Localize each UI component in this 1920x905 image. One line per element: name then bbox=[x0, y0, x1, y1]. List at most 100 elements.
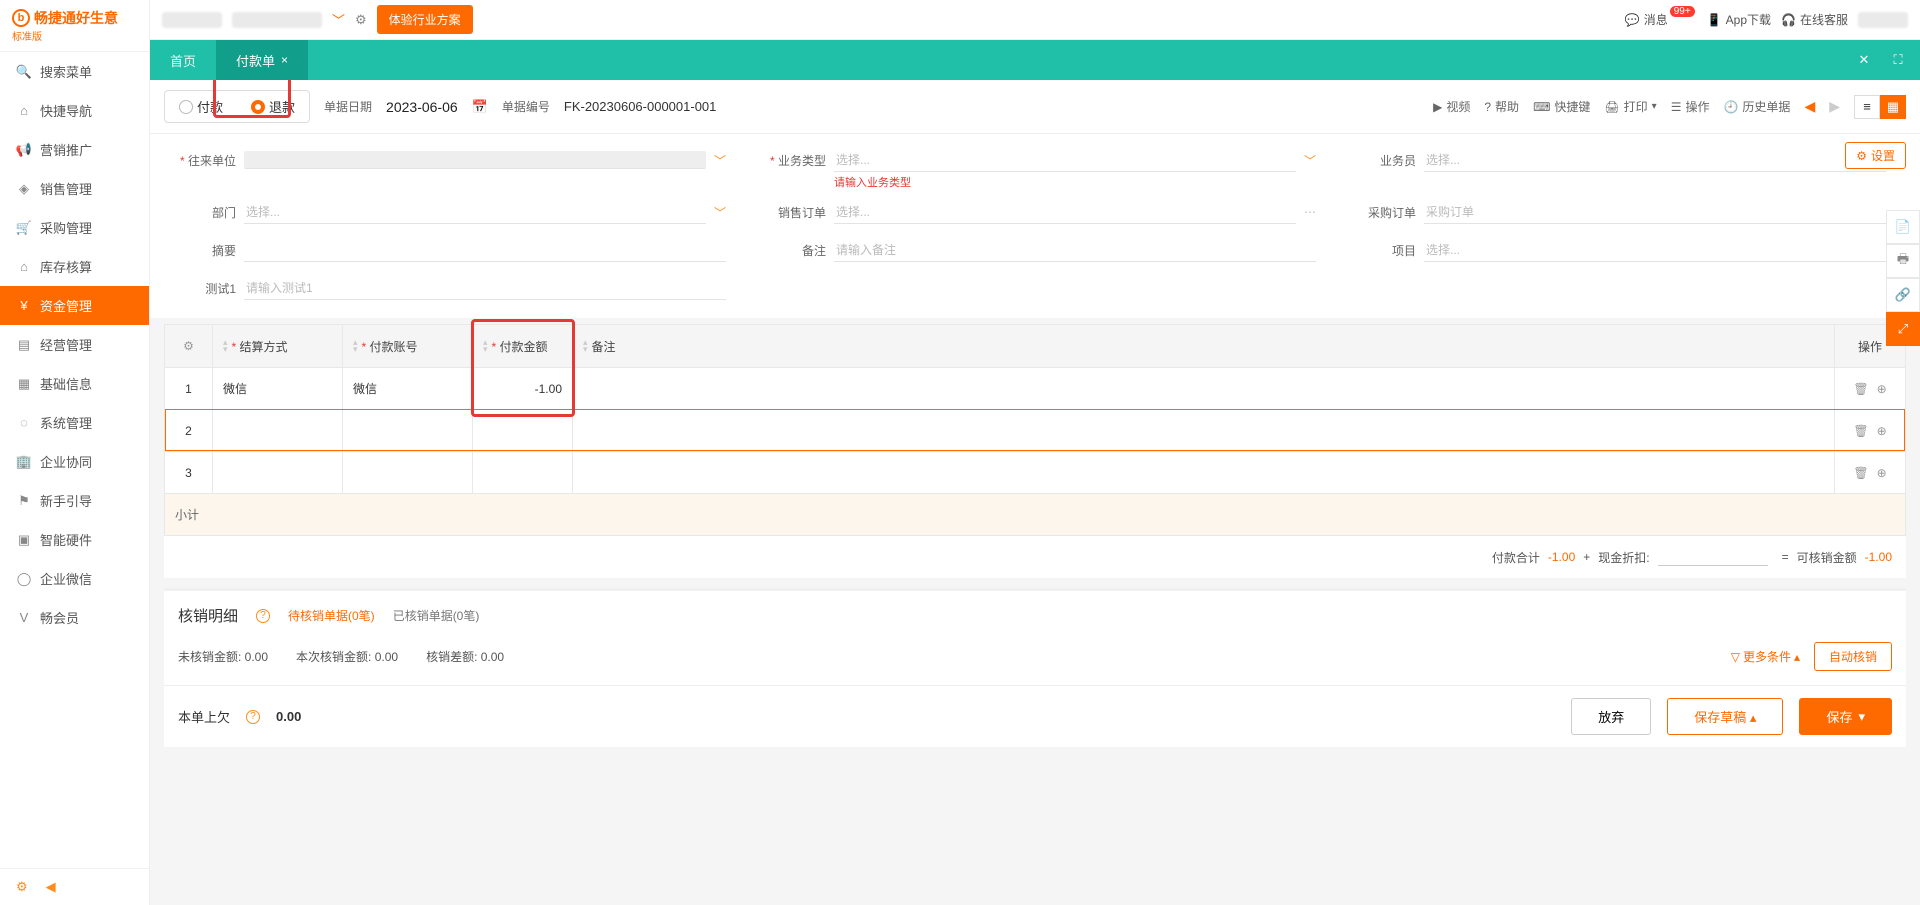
settings-button[interactable]: ⚙设置 bbox=[1845, 142, 1906, 169]
cell-settle[interactable] bbox=[213, 452, 343, 493]
partner-input[interactable] bbox=[244, 151, 706, 169]
sidebar-item-marketing[interactable]: 📢营销推广 bbox=[0, 130, 149, 169]
table-gear[interactable]: ⚙ bbox=[165, 325, 213, 367]
chevron-down-icon[interactable]: ﹀ bbox=[714, 152, 726, 169]
more-icon[interactable]: ⋯ bbox=[1304, 205, 1316, 219]
topbar-messages[interactable]: 💬消息99+ bbox=[1625, 11, 1697, 28]
sidebar-item-search[interactable]: 🔍搜索菜单 bbox=[0, 52, 149, 91]
warehouse-icon: ⌂ bbox=[16, 259, 32, 275]
rail-note-icon[interactable]: 📄 bbox=[1886, 210, 1920, 244]
help-icon[interactable]: ? bbox=[246, 710, 260, 724]
chevron-down-icon[interactable]: ﹀ bbox=[714, 204, 726, 221]
prev-doc-arrow[interactable]: ◀ bbox=[1804, 98, 1815, 115]
table-row[interactable]: 3 🗑⊕ bbox=[165, 451, 1905, 493]
sidebar-item-member[interactable]: V畅会员 bbox=[0, 598, 149, 637]
add-row-icon[interactable]: ⊕ bbox=[1877, 466, 1887, 480]
delete-icon[interactable]: 🗑 bbox=[1853, 466, 1868, 480]
gear-icon[interactable]: ⚙ bbox=[355, 12, 367, 28]
sidebar-item-basedata[interactable]: ▦基础信息 bbox=[0, 364, 149, 403]
payment-table: ⚙ ▴▾结算方式 ▴▾付款账号 ▴▾付款金额 ▴▾备注 操作 1 微信 微信 -… bbox=[164, 324, 1906, 536]
sidebar-item-wechat[interactable]: ◯企业微信 bbox=[0, 559, 149, 598]
sidebar-item-purchase[interactable]: 🛒采购管理 bbox=[0, 208, 149, 247]
table-row[interactable]: 2 🗑⊕ bbox=[165, 409, 1905, 451]
sidebar-item-guide[interactable]: ⚑新手引导 bbox=[0, 481, 149, 520]
chevron-down-icon[interactable]: ﹀ bbox=[1304, 152, 1316, 169]
cell-amount[interactable] bbox=[473, 452, 573, 493]
salesman-input[interactable] bbox=[1424, 149, 1886, 172]
tab-done[interactable]: 已核销单据(0笔) bbox=[393, 607, 480, 624]
trial-button[interactable]: 体验行业方案 bbox=[377, 5, 473, 34]
cell-remark[interactable] bbox=[573, 410, 1835, 451]
toolbar-action[interactable]: ☰操作 bbox=[1671, 98, 1710, 115]
tab-home[interactable]: 首页 bbox=[150, 40, 216, 80]
help-icon[interactable]: ? bbox=[256, 609, 270, 623]
add-row-icon[interactable]: ⊕ bbox=[1877, 382, 1887, 396]
toolbar-history[interactable]: 🕘历史单据 bbox=[1723, 98, 1790, 115]
rail-link-icon[interactable]: 🔗 bbox=[1886, 278, 1920, 312]
sidebar-item-system[interactable]: ◌系统管理 bbox=[0, 403, 149, 442]
sidebar-item-inventory[interactable]: ⌂库存核算 bbox=[0, 247, 149, 286]
tab-pending[interactable]: 待核销单据(0笔) bbox=[288, 607, 375, 624]
radio-pay[interactable]: 付款 bbox=[165, 91, 237, 122]
calendar-icon[interactable]: 📅 bbox=[472, 99, 488, 115]
cell-settle[interactable] bbox=[213, 410, 343, 451]
auto-verify-button[interactable]: 自动核销 bbox=[1814, 642, 1892, 671]
cell-account[interactable] bbox=[343, 410, 473, 451]
salesorder-input[interactable] bbox=[834, 201, 1296, 224]
collapse-icon[interactable]: ◀ bbox=[46, 879, 56, 895]
sidebar-item-finance[interactable]: ¥资金管理 bbox=[0, 286, 149, 325]
fullscreen-icon[interactable]: ⛶ bbox=[1884, 46, 1912, 74]
cell-remark[interactable] bbox=[573, 452, 1835, 493]
delete-icon[interactable]: 🗑 bbox=[1853, 424, 1868, 438]
view-list[interactable]: ≡ bbox=[1854, 95, 1880, 119]
settings-icon[interactable]: ⚙ bbox=[16, 879, 28, 895]
purchorder-input[interactable] bbox=[1424, 201, 1886, 224]
rail-expand-icon[interactable]: ⤢ bbox=[1886, 312, 1920, 346]
view-detail[interactable]: ▦ bbox=[1880, 95, 1906, 119]
sidebar-item-hardware[interactable]: ▣智能硬件 bbox=[0, 520, 149, 559]
dept-input[interactable] bbox=[244, 201, 706, 224]
chevron-down-icon[interactable]: ﹀ bbox=[332, 10, 345, 29]
sidebar-item-sales[interactable]: ◈销售管理 bbox=[0, 169, 149, 208]
discard-button[interactable]: 放弃 bbox=[1571, 698, 1651, 735]
delete-icon[interactable]: 🗑 bbox=[1853, 382, 1868, 396]
topbar-app[interactable]: 📱App下载 bbox=[1707, 11, 1771, 28]
add-row-icon[interactable]: ⊕ bbox=[1877, 424, 1887, 438]
th-remark[interactable]: ▴▾备注 bbox=[573, 325, 1835, 367]
close-icon[interactable]: × bbox=[281, 53, 288, 67]
sidebar-item-collab[interactable]: 🏢企业协同 bbox=[0, 442, 149, 481]
save-draft-button[interactable]: 保存草稿 ▴ bbox=[1667, 698, 1783, 735]
cell-remark[interactable] bbox=[573, 368, 1835, 409]
topbar-cs[interactable]: 🎧在线客服 bbox=[1781, 11, 1848, 28]
toolbar-help[interactable]: ?帮助 bbox=[1484, 98, 1519, 115]
project-input[interactable] bbox=[1424, 239, 1886, 262]
biztype-input[interactable] bbox=[834, 149, 1296, 172]
cell-settle[interactable]: 微信 bbox=[213, 368, 343, 409]
sidebar-item-business[interactable]: ▤经营管理 bbox=[0, 325, 149, 364]
th-account[interactable]: ▴▾付款账号 bbox=[343, 325, 473, 367]
next-doc-arrow[interactable]: ▶ bbox=[1829, 98, 1840, 115]
th-settle[interactable]: ▴▾结算方式 bbox=[213, 325, 343, 367]
tabs-close-all[interactable]: ✕ bbox=[1850, 46, 1878, 74]
cell-amount[interactable]: -1.00 bbox=[473, 368, 573, 409]
date-value[interactable]: 2023-06-06 bbox=[386, 99, 458, 115]
more-conditions[interactable]: ▽更多条件▴ bbox=[1731, 648, 1800, 665]
cell-account[interactable]: 微信 bbox=[343, 368, 473, 409]
remark-input[interactable] bbox=[834, 239, 1316, 262]
cell-amount[interactable] bbox=[473, 410, 573, 451]
toolbar-print[interactable]: 🖨打印▾ bbox=[1604, 98, 1656, 115]
th-amount[interactable]: ▴▾付款金额 bbox=[473, 325, 573, 367]
rail-print-icon[interactable]: 🖶 bbox=[1886, 244, 1920, 278]
toolbar-video[interactable]: ▶视频 bbox=[1433, 98, 1470, 115]
radio-refund[interactable]: 退款 bbox=[237, 91, 309, 122]
save-button[interactable]: 保存▾ bbox=[1799, 698, 1892, 735]
toolbar-shortcut[interactable]: ⌨快捷键 bbox=[1533, 98, 1590, 115]
cell-account[interactable] bbox=[343, 452, 473, 493]
tab-payment[interactable]: 付款单× bbox=[216, 40, 308, 80]
report-icon: ▤ bbox=[16, 337, 32, 353]
table-row[interactable]: 1 微信 微信 -1.00 🗑⊕ bbox=[165, 367, 1905, 409]
summary-input[interactable] bbox=[244, 239, 726, 262]
discount-input[interactable] bbox=[1658, 548, 1768, 566]
test1-input[interactable] bbox=[244, 277, 726, 300]
sidebar-item-quicknav[interactable]: ⌂快捷导航 bbox=[0, 91, 149, 130]
